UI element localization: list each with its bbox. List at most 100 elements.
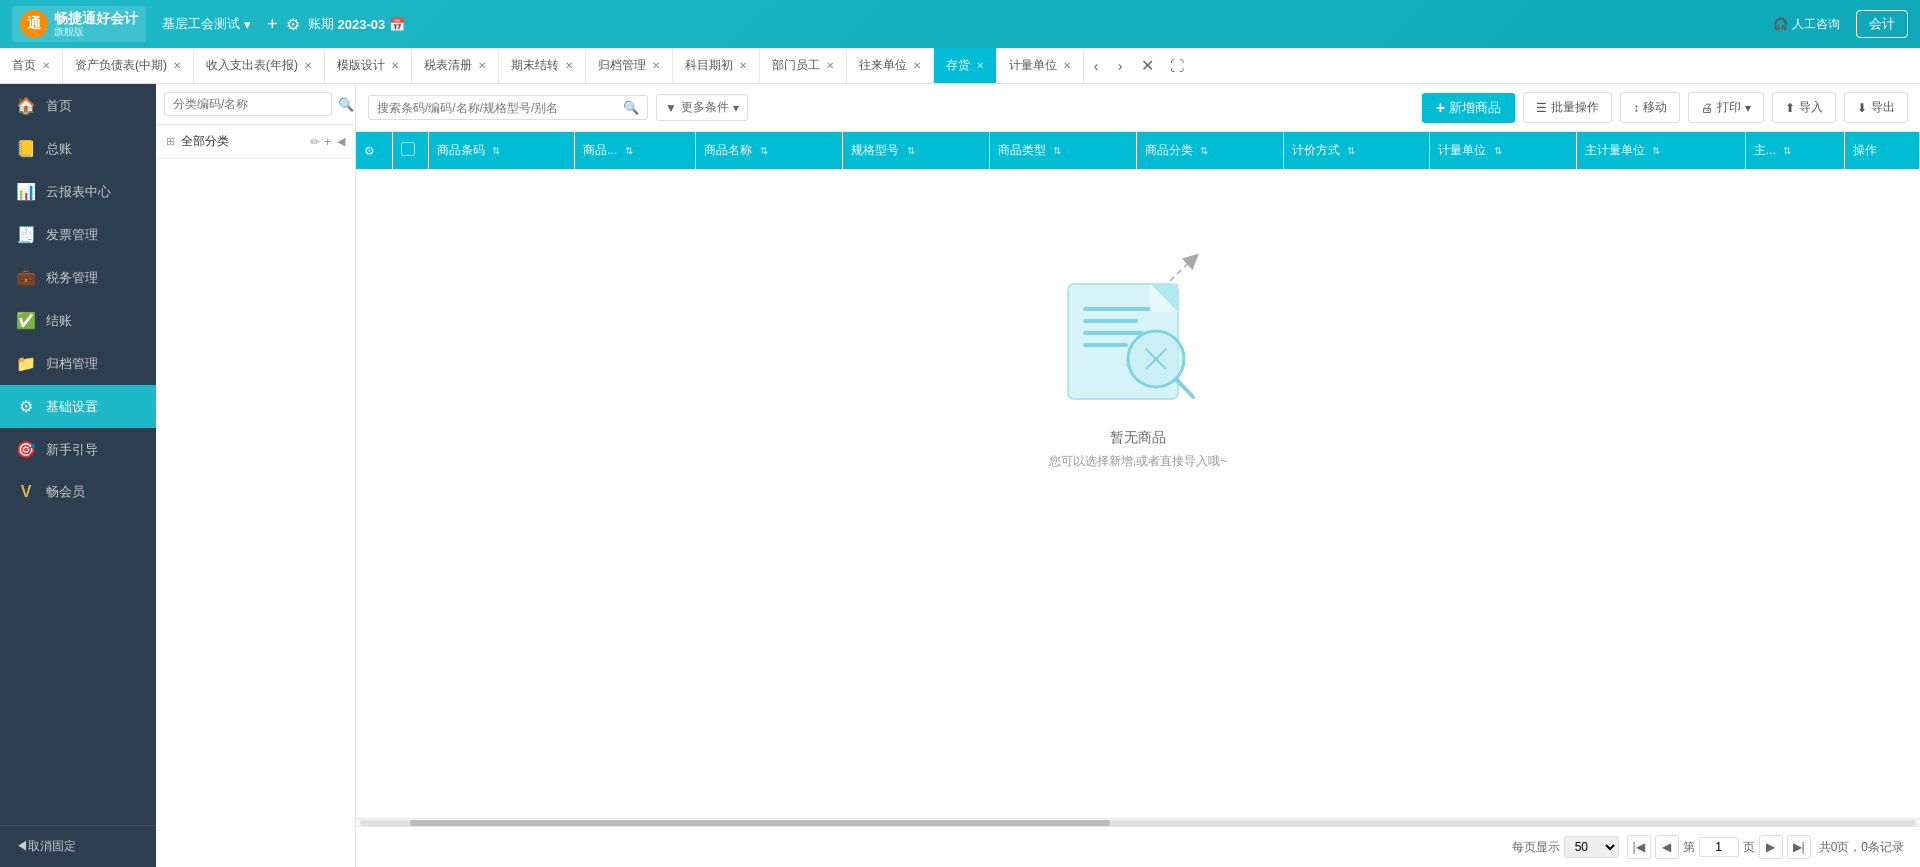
tab-balance[interactable]: 资产负债表(中期) ✕ (63, 48, 194, 83)
chevron-down-icon: ▾ (733, 101, 739, 115)
sort-extra-icon: ⇅ (1783, 145, 1791, 156)
category-search-input[interactable] (164, 92, 332, 116)
left-search-area: 🔍 (156, 84, 355, 125)
th-type-label: 商品类型 (998, 143, 1046, 157)
sidebar-item-archive[interactable]: 📁 归档管理 (0, 342, 156, 385)
tab-next-btn[interactable]: › (1108, 48, 1132, 83)
th-name[interactable]: 商品名称 ⇅ (696, 132, 843, 169)
th-action-label: 操作 (1853, 143, 1877, 157)
tab-tax-close[interactable]: ✕ (478, 60, 486, 71)
tab-inventory[interactable]: 存货 ✕ (934, 48, 997, 83)
th-category-label: 商品分类 (1145, 143, 1193, 157)
add-category-btn[interactable]: + (324, 135, 331, 149)
th-category[interactable]: 商品分类 ⇅ (1136, 132, 1283, 169)
tab-period-label: 期末结转 (511, 57, 559, 74)
tab-income[interactable]: 收入支出表(年报) ✕ (194, 48, 325, 83)
tab-home[interactable]: 首页 ✕ (0, 48, 63, 83)
th-barcode[interactable]: 商品条码 ⇅ (428, 132, 575, 169)
th-extra[interactable]: 主... ⇅ (1745, 132, 1844, 169)
logo-icon: 通 (20, 10, 48, 38)
filter-more-btn[interactable]: ▼ 更多条件 ▾ (656, 94, 748, 121)
member-icon: V (16, 483, 36, 501)
header-actions: 🎧 人工咨询 会计 (1765, 10, 1908, 38)
sidebar-item-reports[interactable]: 📊 云报表中心 (0, 170, 156, 213)
account-button[interactable]: 会计 (1856, 10, 1908, 38)
sidebar-label-archive: 归档管理 (46, 355, 98, 373)
add-company-icon[interactable]: + (267, 14, 278, 35)
tab-balance-close[interactable]: ✕ (173, 60, 181, 71)
logo-area[interactable]: 通 畅捷通好会计 旗舰版 (12, 6, 146, 43)
tab-tax[interactable]: 税表清册 ✕ (412, 48, 499, 83)
tab-home-close[interactable]: ✕ (42, 60, 50, 71)
sidebar-item-member[interactable]: V 畅会员 (0, 471, 156, 513)
product-search-icon[interactable]: 🔍 (623, 100, 639, 115)
tab-archive[interactable]: 归档管理 ✕ (586, 48, 673, 83)
th-checkbox[interactable] (392, 132, 428, 169)
company-selector[interactable]: 基层工会测试 ▾ (154, 11, 259, 37)
batch-operation-btn[interactable]: ☰ 批量操作 (1523, 92, 1612, 123)
sidebar-cancel-fixed[interactable]: ◀取消固定 (0, 825, 156, 867)
import-btn[interactable]: ⬆ 导入 (1772, 92, 1836, 123)
calendar-icon[interactable]: 📅 (389, 17, 405, 32)
content-area: 🔍 ⊞ 全部分类 ✏ + ◀ 🔍 (156, 84, 1920, 867)
tab-subject[interactable]: 科目期初 ✕ (673, 48, 760, 83)
print-btn[interactable]: 🖨 打印 ▾ (1688, 92, 1764, 123)
tab-template[interactable]: 模版设计 ✕ (325, 48, 412, 83)
tab-period-close[interactable]: ✕ (565, 60, 573, 71)
th-main-unit[interactable]: 主计量单位 ⇅ (1577, 132, 1746, 169)
edit-category-btn[interactable]: ✏ (310, 135, 320, 149)
settings-icon[interactable]: ⚙ (286, 15, 300, 34)
th-gear[interactable]: ⚙ (356, 132, 392, 169)
tab-unit-close[interactable]: ✕ (1063, 60, 1071, 71)
tab-dept-close[interactable]: ✕ (826, 60, 834, 71)
last-page-btn[interactable]: ▶| (1787, 835, 1811, 859)
header-checkbox[interactable] (401, 142, 415, 156)
tab-dept[interactable]: 部门员工 ✕ (760, 48, 847, 83)
tab-expand-btn[interactable]: ⛶ (1162, 48, 1192, 83)
sidebar-item-invoice[interactable]: 🧾 发票管理 (0, 213, 156, 256)
scrollbar-track (360, 820, 1916, 826)
th-code[interactable]: 商品... ⇅ (575, 132, 696, 169)
next-page-btn[interactable]: ▶ (1759, 835, 1783, 859)
sidebar-item-ledger[interactable]: 📒 总账 (0, 127, 156, 170)
add-product-btn[interactable]: + 新增商品 (1422, 93, 1515, 123)
scrollbar-thumb[interactable] (410, 820, 1110, 826)
content-inner: 🔍 ⊞ 全部分类 ✏ + ◀ 🔍 (156, 84, 1920, 867)
horizontal-scrollbar[interactable] (356, 818, 1920, 826)
th-price-method[interactable]: 计价方式 ⇅ (1283, 132, 1430, 169)
prev-page-btn[interactable]: ◀ (1655, 835, 1679, 859)
tab-prev-btn[interactable]: ‹ (1084, 48, 1108, 83)
th-type[interactable]: 商品类型 ⇅ (990, 132, 1137, 169)
page-size-select[interactable]: 10 20 50 100 (1564, 836, 1619, 858)
tab-client-close[interactable]: ✕ (913, 60, 921, 71)
tab-template-close[interactable]: ✕ (391, 60, 399, 71)
category-search-icon[interactable]: 🔍 (336, 95, 356, 114)
th-barcode-label: 商品条码 (437, 143, 485, 157)
tab-client[interactable]: 往来单位 ✕ (847, 48, 934, 83)
tab-income-close[interactable]: ✕ (304, 60, 312, 71)
sidebar-item-settings[interactable]: ⚙ 基础设置 (0, 385, 156, 428)
export-btn[interactable]: ⬇ 导出 (1844, 92, 1908, 123)
collapse-panel-btn[interactable]: ◀ (337, 135, 345, 148)
first-page-btn[interactable]: |◀ (1627, 835, 1651, 859)
tab-close-all-btn[interactable]: ✕ (1132, 48, 1162, 83)
filter-label: 更多条件 (681, 99, 729, 116)
th-unit[interactable]: 计量单位 ⇅ (1430, 132, 1577, 169)
th-spec[interactable]: 规格型号 ⇅ (843, 132, 990, 169)
print-label: 打印 (1717, 99, 1741, 116)
product-search-input[interactable] (377, 101, 617, 115)
sidebar-item-checkout[interactable]: ✅ 结账 (0, 299, 156, 342)
tab-archive-close[interactable]: ✕ (652, 60, 660, 71)
sidebar-item-guide[interactable]: 🎯 新手引导 (0, 428, 156, 471)
sidebar-item-home[interactable]: 🏠 首页 (0, 84, 156, 127)
page-number-input[interactable] (1699, 837, 1739, 857)
tab-period[interactable]: 期末结转 ✕ (499, 48, 586, 83)
archive-icon: 📁 (16, 354, 36, 373)
move-btn[interactable]: ↕ 移动 (1620, 92, 1680, 123)
tab-subject-close[interactable]: ✕ (739, 60, 747, 71)
tab-inventory-close[interactable]: ✕ (976, 60, 984, 71)
tab-unit[interactable]: 计量单位 ✕ (997, 48, 1084, 83)
sidebar-item-tax[interactable]: 💼 税务管理 (0, 256, 156, 299)
category-header[interactable]: ⊞ 全部分类 ✏ + ◀ (156, 125, 355, 159)
human-service-btn[interactable]: 🎧 人工咨询 (1765, 12, 1848, 37)
